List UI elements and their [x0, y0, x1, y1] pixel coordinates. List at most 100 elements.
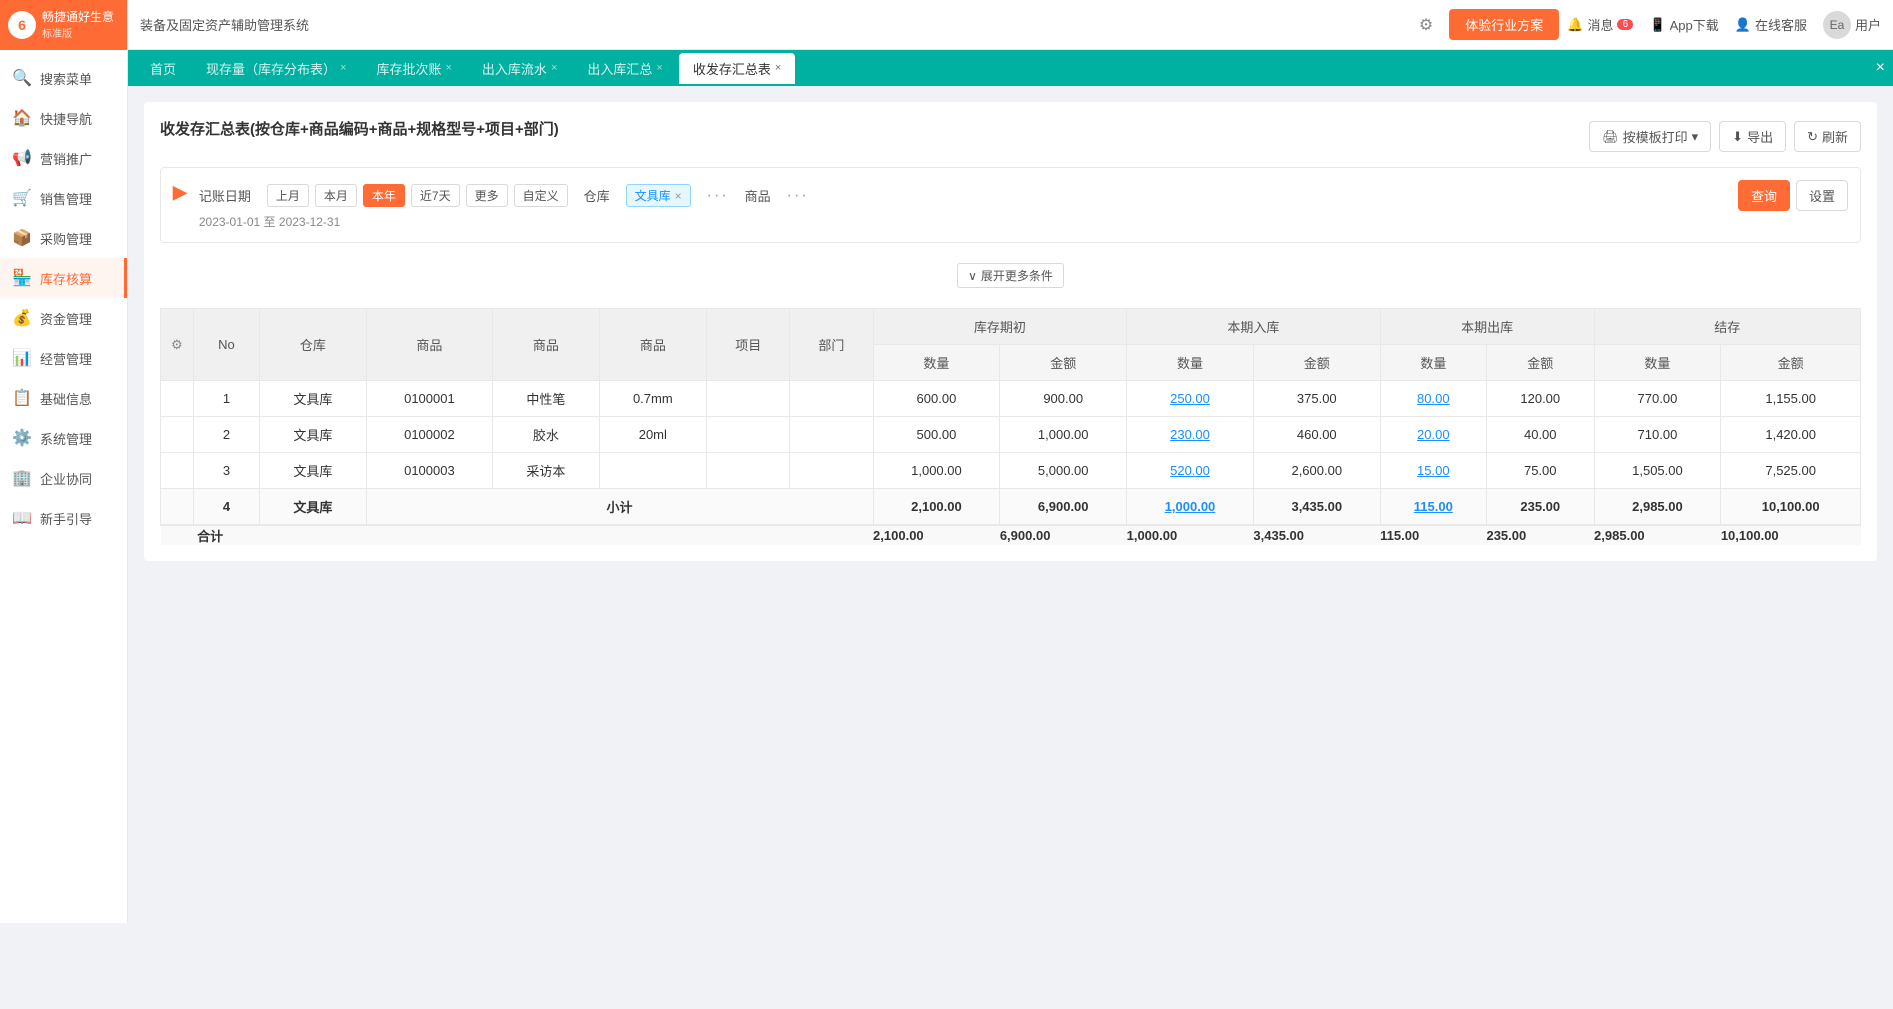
date-btn-last-month[interactable]: 上月 — [267, 184, 309, 207]
warehouse-tag-remove[interactable]: × — [675, 189, 682, 203]
col-product-name: 商品 — [493, 309, 599, 381]
tab-home[interactable]: 首页 — [136, 53, 190, 84]
data-table: ⚙ No 仓库 商品 商品 商品 项目 部门 库存期初 本期入库 本期出库 结存 — [160, 308, 1861, 545]
date-filter: 上月 本月 本年 近7天 更多 自定义 — [267, 184, 568, 207]
tab-inout-summary-label: 出入库汇总 — [587, 59, 652, 78]
col-closing-amt: 金额 — [1721, 345, 1861, 381]
print-button[interactable]: 🖨 按模板打印 ▾ — [1589, 121, 1711, 152]
app-download-label: App下载 — [1670, 15, 1719, 34]
row-project — [707, 417, 790, 453]
close-all-tabs-icon[interactable]: × — [1876, 59, 1885, 77]
sidebar-item-guide[interactable]: 📖 新手引导 — [0, 498, 127, 538]
subtotal-out-qty[interactable]: 115.00 — [1380, 489, 1486, 526]
row-in-qty[interactable]: 520.00 — [1127, 453, 1254, 489]
finance-icon: 💰 — [12, 308, 32, 328]
notification-item[interactable]: 🔔 消息 6 — [1567, 15, 1633, 34]
sidebar-item-base[interactable]: 📋 基础信息 — [0, 378, 127, 418]
sidebar-item-search[interactable]: 🔍 搜索菜单 — [0, 58, 127, 98]
filter-toggle-icon[interactable]: ▶ — [173, 182, 187, 203]
date-btn-more[interactable]: 更多 — [466, 184, 508, 207]
query-button[interactable]: 查询 — [1738, 180, 1790, 211]
row-out-qty[interactable]: 15.00 — [1380, 453, 1486, 489]
refresh-button[interactable]: ↻ 刷新 — [1794, 121, 1861, 152]
tab-inventory-dist-label: 现存量（库存分布表） — [206, 59, 336, 78]
row-in-amt: 2,600.00 — [1253, 453, 1380, 489]
warehouse-more-dots[interactable]: ··· — [707, 187, 729, 205]
row-product-code: 0100003 — [366, 453, 493, 489]
export-button[interactable]: ⬇ 导出 — [1719, 121, 1786, 152]
operations-icon: 📊 — [12, 348, 32, 368]
date-btn-7days[interactable]: 近7天 — [411, 184, 460, 207]
tab-inout-flow-close[interactable]: × — [551, 62, 557, 74]
sidebar-item-label: 新手引导 — [40, 509, 92, 528]
row-out-qty[interactable]: 20.00 — [1380, 417, 1486, 453]
phone-icon: 📱 — [1649, 17, 1665, 33]
guide-icon: 📖 — [12, 508, 32, 528]
settings-button[interactable]: 设置 — [1796, 180, 1848, 211]
row-warehouse: 文具库 — [260, 381, 366, 417]
tab-batch[interactable]: 库存批次账 × — [362, 53, 465, 84]
topbar-settings-icon[interactable]: ⚙ — [1419, 15, 1433, 35]
sidebar-item-marketing[interactable]: 📢 营销推广 — [0, 138, 127, 178]
sidebar-item-operations[interactable]: 📊 经营管理 — [0, 338, 127, 378]
avatar: Ea — [1823, 11, 1851, 39]
row-opening-qty: 1,000.00 — [873, 453, 1000, 489]
tab-inventory-dist-close[interactable]: × — [340, 62, 346, 74]
table-row: 3 文具库 0100003 采访本 1,000.00 5,000.00 520.… — [161, 453, 1861, 489]
sidebar-item-label: 快捷导航 — [40, 109, 92, 128]
sidebar-item-quicknav[interactable]: 🏠 快捷导航 — [0, 98, 127, 138]
export-icon: ⬇ — [1732, 129, 1743, 145]
tab-home-label: 首页 — [150, 59, 176, 78]
row-closing-amt: 1,420.00 — [1721, 417, 1861, 453]
marketing-icon: 📢 — [12, 148, 32, 168]
tab-recv-send-close[interactable]: × — [775, 62, 781, 74]
online-service-item[interactable]: 👤 在线客服 — [1735, 15, 1807, 34]
subtotal-in-qty[interactable]: 1,000.00 — [1127, 489, 1254, 526]
total-closing-qty: 2,985.00 — [1594, 525, 1721, 545]
app-download-item[interactable]: 📱 App下载 — [1649, 15, 1718, 34]
sidebar-item-purchase[interactable]: 📦 采购管理 — [0, 218, 127, 258]
user-item[interactable]: Ea 用户 — [1823, 11, 1881, 39]
main-content: 收发存汇总表(按仓库+商品编码+商品+规格型号+项目+部门) 🖨 按模板打印 ▾… — [128, 86, 1893, 923]
sales-icon: 🛒 — [12, 188, 32, 208]
date-btn-custom[interactable]: 自定义 — [514, 184, 568, 207]
date-range-text: 2023-01-01 至 2023-12-31 — [199, 213, 1848, 230]
topbar: 装备及固定资产辅助管理系统 ⚙ 体验行业方案 🔔 消息 6 📱 App下载 👤 … — [128, 0, 1893, 50]
tab-inout-flow[interactable]: 出入库流水 × — [468, 53, 571, 84]
trial-button[interactable]: 体验行业方案 — [1449, 9, 1559, 40]
date-btn-this-month[interactable]: 本月 — [315, 184, 357, 207]
col-period-in: 本期入库 — [1127, 309, 1381, 345]
sidebar-item-finance[interactable]: 💰 资金管理 — [0, 298, 127, 338]
tab-inventory-dist[interactable]: 现存量（库存分布表） × — [192, 53, 360, 84]
row-out-amt: 75.00 — [1486, 453, 1594, 489]
sidebar-item-system[interactable]: ⚙️ 系统管理 — [0, 418, 127, 458]
tab-inout-summary-close[interactable]: × — [656, 62, 662, 74]
sidebar-item-label: 企业协同 — [40, 469, 92, 488]
subtotal-no: 4 — [193, 489, 260, 526]
row-out-amt: 40.00 — [1486, 417, 1594, 453]
table-settings-col[interactable]: ⚙ — [161, 309, 194, 381]
row-in-qty[interactable]: 250.00 — [1127, 381, 1254, 417]
row-project — [707, 453, 790, 489]
tab-inout-summary[interactable]: 出入库汇总 × — [573, 53, 676, 84]
page-title: 收发存汇总表(按仓库+商品编码+商品+规格型号+项目+部门) — [160, 118, 559, 139]
row-out-qty[interactable]: 80.00 — [1380, 381, 1486, 417]
sidebar-item-label: 搜索菜单 — [40, 69, 92, 88]
tab-inout-flow-label: 出入库流水 — [482, 59, 547, 78]
sidebar-item-inventory[interactable]: 🏪 库存核算 — [0, 258, 127, 298]
sidebar-item-sales[interactable]: 🛒 销售管理 — [0, 178, 127, 218]
sidebar-item-label: 经营管理 — [40, 349, 92, 368]
sidebar-item-enterprise[interactable]: 🏢 企业协同 — [0, 458, 127, 498]
row-product-code: 0100001 — [366, 381, 493, 417]
home-icon: 🏠 — [12, 108, 32, 128]
goods-more-dots[interactable]: ··· — [787, 187, 809, 205]
date-btn-this-year[interactable]: 本年 — [363, 184, 405, 207]
logo-icon: 6 — [8, 11, 36, 39]
expand-conditions-button[interactable]: ∨ 展开更多条件 — [957, 263, 1064, 288]
tab-batch-close[interactable]: × — [445, 62, 451, 74]
col-project: 项目 — [707, 309, 790, 381]
tab-recv-send[interactable]: 收发存汇总表 × — [679, 53, 795, 84]
row-in-qty[interactable]: 230.00 — [1127, 417, 1254, 453]
col-no: No — [193, 309, 260, 381]
subtotal-opening-qty: 2,100.00 — [873, 489, 1000, 526]
